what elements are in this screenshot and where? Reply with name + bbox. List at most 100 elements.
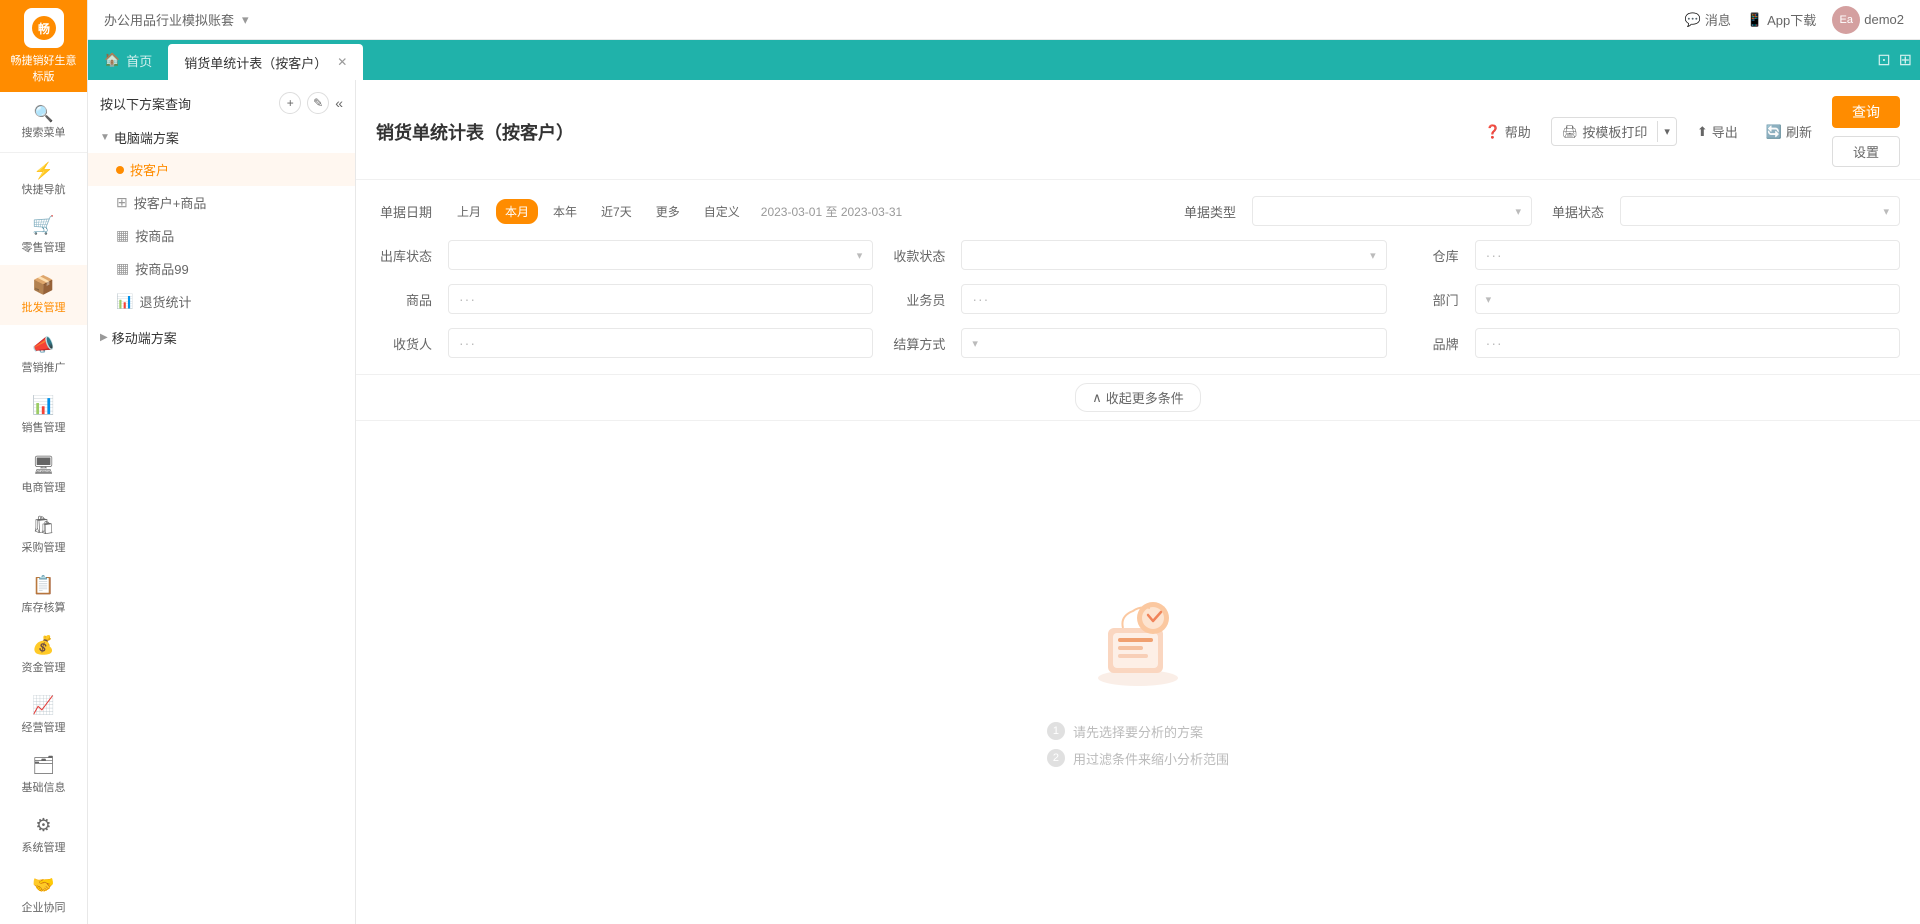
scheme-item-by-customer[interactable]: 按客户 <box>88 153 355 186</box>
recipient-dots: ··· <box>459 335 476 351</box>
template-print-label: 按模板打印 <box>1582 122 1647 141</box>
export-button[interactable]: ⬆ 导出 <box>1689 118 1746 145</box>
scheme-collapse-button[interactable]: « <box>335 95 343 111</box>
date-btn-last-month[interactable]: 上月 <box>448 199 490 224</box>
sidebar-item-marketing[interactable]: 📣 营销推广 <box>0 325 87 385</box>
app-download-button[interactable]: 📱 App下载 <box>1747 10 1816 29</box>
purchase-icon: 🛍 <box>32 515 55 536</box>
scheme-item-return-stats-label: 退货统计 <box>139 292 191 311</box>
header-dropdown-icon[interactable]: ▾ <box>242 12 249 28</box>
brand-select[interactable]: ··· <box>1475 328 1900 358</box>
empty-hint-1: 1 请先选择要分析的方案 <box>1047 722 1229 741</box>
refresh-button[interactable]: 🔄 刷新 <box>1758 118 1820 145</box>
collapse-button[interactable]: ∧ 收起更多条件 <box>1075 383 1201 412</box>
sidebar-item-search-label: 搜索菜单 <box>22 124 66 140</box>
sidebar-item-sales[interactable]: 📊 销售管理 <box>0 385 87 445</box>
scheme-item-by-product[interactable]: ▦ 按商品 <box>88 219 355 252</box>
salesperson-select[interactable]: ··· <box>961 284 1386 314</box>
sidebar-item-purchase[interactable]: 🛍 采购管理 <box>0 505 87 565</box>
help-button[interactable]: ❓ 帮助 <box>1477 118 1539 145</box>
sidebar-item-enterprise-label: 企业协同 <box>22 899 66 915</box>
sidebar-item-wholesale[interactable]: 📦 批发管理 <box>0 265 87 325</box>
sidebar-item-retail[interactable]: 🛒 零售管理 <box>0 205 87 265</box>
settle-method-select[interactable]: ▾ <box>961 328 1386 358</box>
scheme-edit-button[interactable]: ✎ <box>307 92 329 114</box>
date-btn-this-year[interactable]: 本年 <box>544 199 586 224</box>
sidebar-item-quick-nav[interactable]: ⚡ 快捷导航 <box>0 153 87 205</box>
scheme-item-by-product-99[interactable]: ▦ 按商品99 <box>88 252 355 285</box>
doc-status-arrow: ▾ <box>1883 205 1889 218</box>
logo-area[interactable]: 畅 畅捷销好生意 标版 <box>0 0 87 92</box>
sidebar-item-operations-label: 经营管理 <box>22 719 66 735</box>
retail-icon: 🛒 <box>32 215 54 236</box>
user-profile-button[interactable]: Ea demo2 <box>1832 6 1904 34</box>
logo-subtitle: 标版 <box>33 68 55 84</box>
settings-button[interactable]: 设置 <box>1832 136 1900 167</box>
btn-group: 查询 设置 <box>1832 96 1900 167</box>
doc-status-select[interactable]: ▾ <box>1620 196 1900 226</box>
sidebar-item-basic[interactable]: 🗂 基础信息 <box>0 745 87 805</box>
scheme-group-desktop-header[interactable]: ▼ 电脑端方案 <box>88 122 355 153</box>
date-btn-last-7-days[interactable]: 近7天 <box>592 199 641 224</box>
collect-status-select[interactable]: ▾ <box>961 240 1386 270</box>
logo-icon: 畅 <box>24 8 64 48</box>
sidebar-item-wholesale-label: 批发管理 <box>22 299 66 315</box>
template-print-dropdown-arrow[interactable]: ▾ <box>1657 121 1676 142</box>
product-select[interactable]: ··· <box>448 284 873 314</box>
sidebar-item-finance-label: 资金管理 <box>22 659 66 675</box>
out-status-select[interactable]: ▾ <box>448 240 873 270</box>
content-area: 按以下方案查询 + ✎ « ▼ 电脑端方案 <box>88 80 1920 924</box>
collapse-row: ∧ 收起更多条件 <box>356 375 1920 421</box>
wholesale-icon: 📦 <box>32 275 54 296</box>
active-dot-icon <box>116 166 124 174</box>
template-print-button[interactable]: 🖨 按模板打印 ▾ <box>1551 117 1677 146</box>
tab-close-icon[interactable]: ✕ <box>337 55 347 69</box>
date-filter: 上月 本月 本年 近7天 更多 自定义 2023-03-01 至 2023-03… <box>448 199 902 224</box>
filter-row-1: 单据日期 上月 本月 本年 近7天 更多 自定义 2023-03-01 至 20… <box>376 196 1900 226</box>
scheme-item-return-stats[interactable]: 📊 退货统计 <box>88 285 355 318</box>
dept-select[interactable]: ▾ <box>1475 284 1900 314</box>
salesperson-dots: ··· <box>972 291 989 307</box>
warehouse-select[interactable]: ··· <box>1475 240 1900 270</box>
recipient-select[interactable]: ··· <box>448 328 873 358</box>
filter-row-2: 出库状态 ▾ 收款状态 ▾ 仓库 ··· <box>376 240 1900 270</box>
doc-type-select[interactable]: ▾ <box>1252 196 1532 226</box>
message-button[interactable]: 💬 消息 <box>1685 10 1731 29</box>
sidebar-item-operations[interactable]: 📈 经营管理 <box>0 685 87 745</box>
avatar: Ea <box>1832 6 1860 34</box>
sidebar-item-inventory[interactable]: 📋 库存核算 <box>0 565 87 625</box>
scheme-item-by-customer-product[interactable]: ⊞ 按客户+商品 <box>88 186 355 219</box>
recipient-label: 收货人 <box>376 334 432 353</box>
collapse-up-icon: ∧ <box>1092 390 1102 406</box>
date-btn-this-month[interactable]: 本月 <box>496 199 538 224</box>
collapse-label: 收起更多条件 <box>1106 388 1184 407</box>
sidebar-item-finance[interactable]: 💰 资金管理 <box>0 625 87 685</box>
empty-hint-2: 2 用过滤条件来缩小分析范围 <box>1047 749 1229 768</box>
svg-text:畅: 畅 <box>37 21 49 36</box>
template-print-main[interactable]: 🖨 按模板打印 <box>1552 118 1658 145</box>
scheme-title: 按以下方案查询 <box>100 94 191 113</box>
scheme-group-mobile-header[interactable]: ▶ 移动端方案 <box>88 322 355 353</box>
empty-hint-2-text: 用过滤条件来缩小分析范围 <box>1073 749 1229 768</box>
sidebar-item-basic-label: 基础信息 <box>22 779 66 795</box>
empty-hint-1-text: 请先选择要分析的方案 <box>1073 722 1203 741</box>
date-range-text: 2023-03-01 至 2023-03-31 <box>761 203 902 220</box>
scheme-add-button[interactable]: + <box>279 92 301 114</box>
sidebar-item-system[interactable]: ⚙ 系统管理 <box>0 805 87 865</box>
query-button[interactable]: 查询 <box>1832 96 1900 128</box>
date-btn-custom[interactable]: 自定义 <box>695 199 749 224</box>
sidebar-item-enterprise[interactable]: 🤝 企业协同 <box>0 865 87 924</box>
date-btn-more[interactable]: 更多 <box>647 199 689 224</box>
sidebar-item-search[interactable]: 🔍 搜索菜单 <box>0 92 87 153</box>
scheme-item-by-product-label: 按商品 <box>135 226 174 245</box>
sidebar-item-ecommerce[interactable]: 🖥 电商管理 <box>0 445 87 505</box>
export-icon: ⬆ <box>1697 124 1708 140</box>
minimize-icon[interactable]: ⊡ <box>1877 50 1890 70</box>
tab-sales-report[interactable]: 销货单统计表（按客户） ✕ <box>168 44 363 80</box>
finance-icon: 💰 <box>32 635 54 656</box>
tab-home[interactable]: 🏠 首页 <box>88 40 168 80</box>
maximize-icon[interactable]: ⊞ <box>1899 50 1912 70</box>
tab-expand-area: ⊡ ⊞ <box>1877 50 1912 70</box>
empty-illustration <box>1078 578 1198 698</box>
sidebar-item-quick-nav-label: 快捷导航 <box>22 181 66 197</box>
